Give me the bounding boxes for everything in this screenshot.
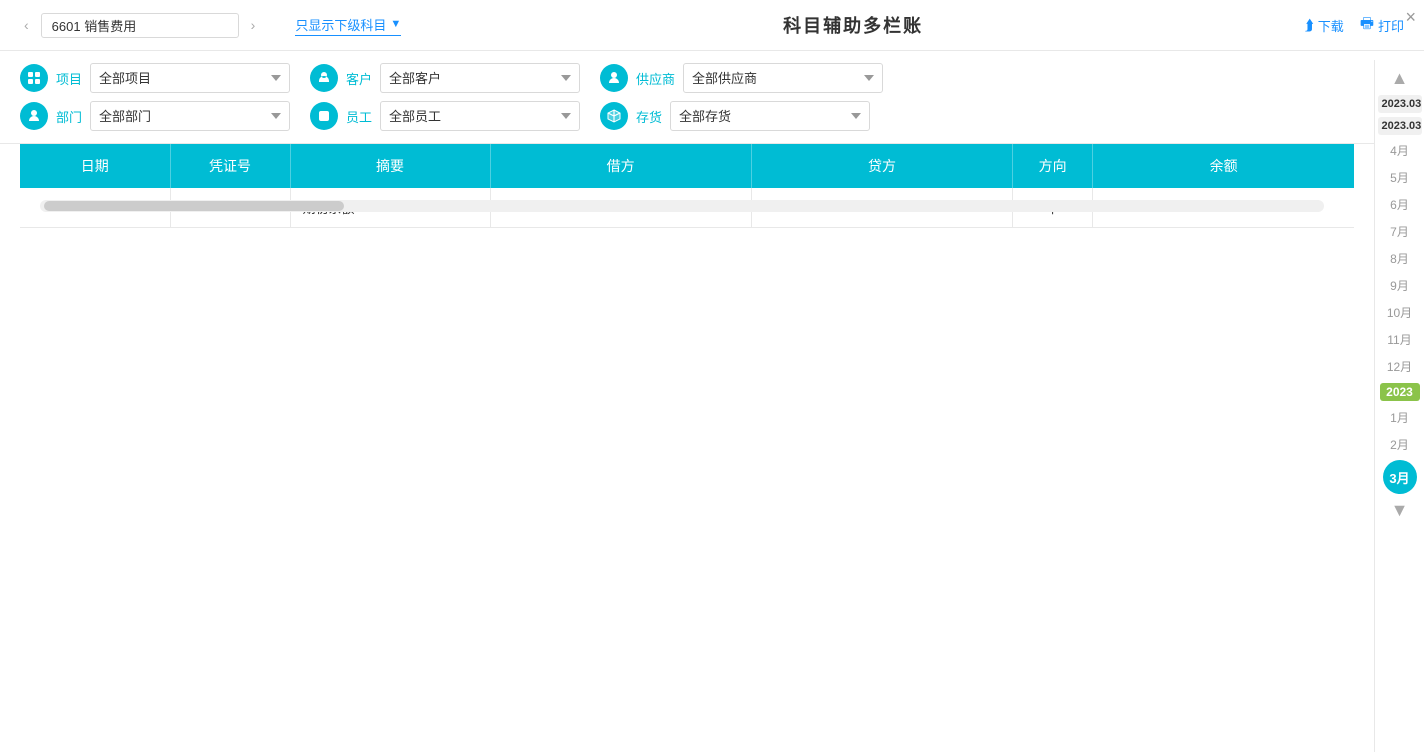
inventory-label: 存货 — [636, 107, 662, 126]
sidebar-month-9[interactable]: 9月 — [1378, 272, 1422, 299]
header-left: ‹ › 只显示下级科目 ▼ — [20, 13, 401, 38]
header-bar: ‹ › 只显示下级科目 ▼ 科目辅助多栏账 ⮭ 下载 🖶 打印 — [0, 0, 1424, 51]
chevron-down-icon: ▼ — [390, 18, 401, 30]
sidebar-down-button[interactable]: ▼ — [1387, 496, 1413, 525]
download-button[interactable]: ⮭ 下载 — [1305, 16, 1344, 35]
project-label: 项目 — [56, 69, 82, 88]
department-label: 部门 — [56, 107, 82, 126]
col-debit: 借方 — [490, 144, 751, 188]
sidebar-month-2[interactable]: 2月 — [1378, 431, 1422, 458]
filter-employee: 员工 全部员工 — [310, 101, 580, 131]
right-sidebar: ▲ 2023.03 2023.03 4月 5月 6月 7月 8月 9月 10月 … — [1374, 60, 1424, 752]
filter-row-2: 部门 全部部门 员工 全部员工 存货 全部存货 — [20, 101, 1404, 131]
sidebar-month-3-active[interactable]: 3月 — [1383, 460, 1417, 494]
inventory-select[interactable]: 全部存货 — [670, 101, 870, 131]
only-child-label: 只显示下级科目 — [295, 15, 386, 34]
sidebar-up-button[interactable]: ▲ — [1387, 64, 1413, 93]
header-actions: ⮭ 下载 🖶 打印 — [1305, 13, 1404, 38]
filter-department: 部门 全部部门 — [20, 101, 290, 131]
sidebar-period-1[interactable]: 2023.03 — [1378, 95, 1422, 113]
col-date: 日期 — [20, 144, 170, 188]
sidebar-month-7[interactable]: 7月 — [1378, 218, 1422, 245]
employee-label: 员工 — [346, 107, 372, 126]
download-icon: ⮭ — [1305, 17, 1314, 34]
filter-customer: 客户 全部客户 — [310, 63, 580, 93]
page-title: 科目辅助多栏账 — [783, 12, 923, 38]
ledger-table: 日期 凭证号 摘要 借方 贷方 方向 余额 2023-03 期初余额 平 — [20, 144, 1354, 228]
sidebar-month-6[interactable]: 6月 — [1378, 191, 1422, 218]
customer-select[interactable]: 全部客户 — [380, 63, 580, 93]
next-account-button[interactable]: › — [247, 15, 260, 35]
prev-account-button[interactable]: ‹ — [20, 15, 33, 35]
print-button[interactable]: 🖶 打印 — [1360, 13, 1404, 38]
col-direction: 方向 — [1013, 144, 1093, 188]
sidebar-month-10[interactable]: 10月 — [1378, 299, 1422, 326]
scrollbar-thumb[interactable] — [44, 201, 344, 211]
sidebar-period-2[interactable]: 2023.03 — [1378, 117, 1422, 135]
col-credit: 贷方 — [751, 144, 1012, 188]
customer-icon — [310, 64, 338, 92]
col-voucher: 凭证号 — [170, 144, 290, 188]
filter-inventory: 存货 全部存货 — [600, 101, 870, 131]
print-label: 打印 — [1378, 16, 1404, 35]
sidebar-year-2023[interactable]: 2023 — [1380, 383, 1420, 401]
customer-label: 客户 — [346, 69, 372, 88]
filter-supplier: 供应商 全部供应商 — [600, 63, 883, 93]
col-description: 摘要 — [290, 144, 490, 188]
sidebar-month-1[interactable]: 1月 — [1378, 404, 1422, 431]
print-icon: 🖶 — [1360, 13, 1374, 38]
col-balance: 余额 — [1093, 144, 1354, 188]
supplier-select[interactable]: 全部供应商 — [683, 63, 883, 93]
only-child-toggle[interactable]: 只显示下级科目 ▼ — [295, 15, 401, 36]
sidebar-month-8[interactable]: 8月 — [1378, 245, 1422, 272]
close-button[interactable]: × — [1405, 8, 1416, 26]
horizontal-scrollbar[interactable] — [40, 200, 1324, 212]
project-select[interactable]: 全部项目 — [90, 63, 290, 93]
supplier-icon — [600, 64, 628, 92]
download-label: 下载 — [1318, 16, 1344, 35]
filter-project: 项目 全部项目 — [20, 63, 290, 93]
employee-icon — [310, 102, 338, 130]
department-icon — [20, 102, 48, 130]
project-icon — [20, 64, 48, 92]
sidebar-month-4[interactable]: 4月 — [1378, 137, 1422, 164]
sidebar-month-5[interactable]: 5月 — [1378, 164, 1422, 191]
account-code-input[interactable] — [41, 13, 239, 38]
table-header-row: 日期 凭证号 摘要 借方 贷方 方向 余额 — [20, 144, 1354, 188]
department-select[interactable]: 全部部门 — [90, 101, 290, 131]
filter-row-1: 项目 全部项目 客户 全部客户 供应商 全部供应商 — [20, 63, 1404, 93]
employee-select[interactable]: 全部员工 — [380, 101, 580, 131]
inventory-icon — [600, 102, 628, 130]
sidebar-month-11[interactable]: 11月 — [1378, 326, 1422, 353]
filter-area: 项目 全部项目 客户 全部客户 供应商 全部供应商 — [0, 51, 1424, 144]
sidebar-month-12[interactable]: 12月 — [1378, 353, 1422, 380]
supplier-label: 供应商 — [636, 69, 675, 88]
